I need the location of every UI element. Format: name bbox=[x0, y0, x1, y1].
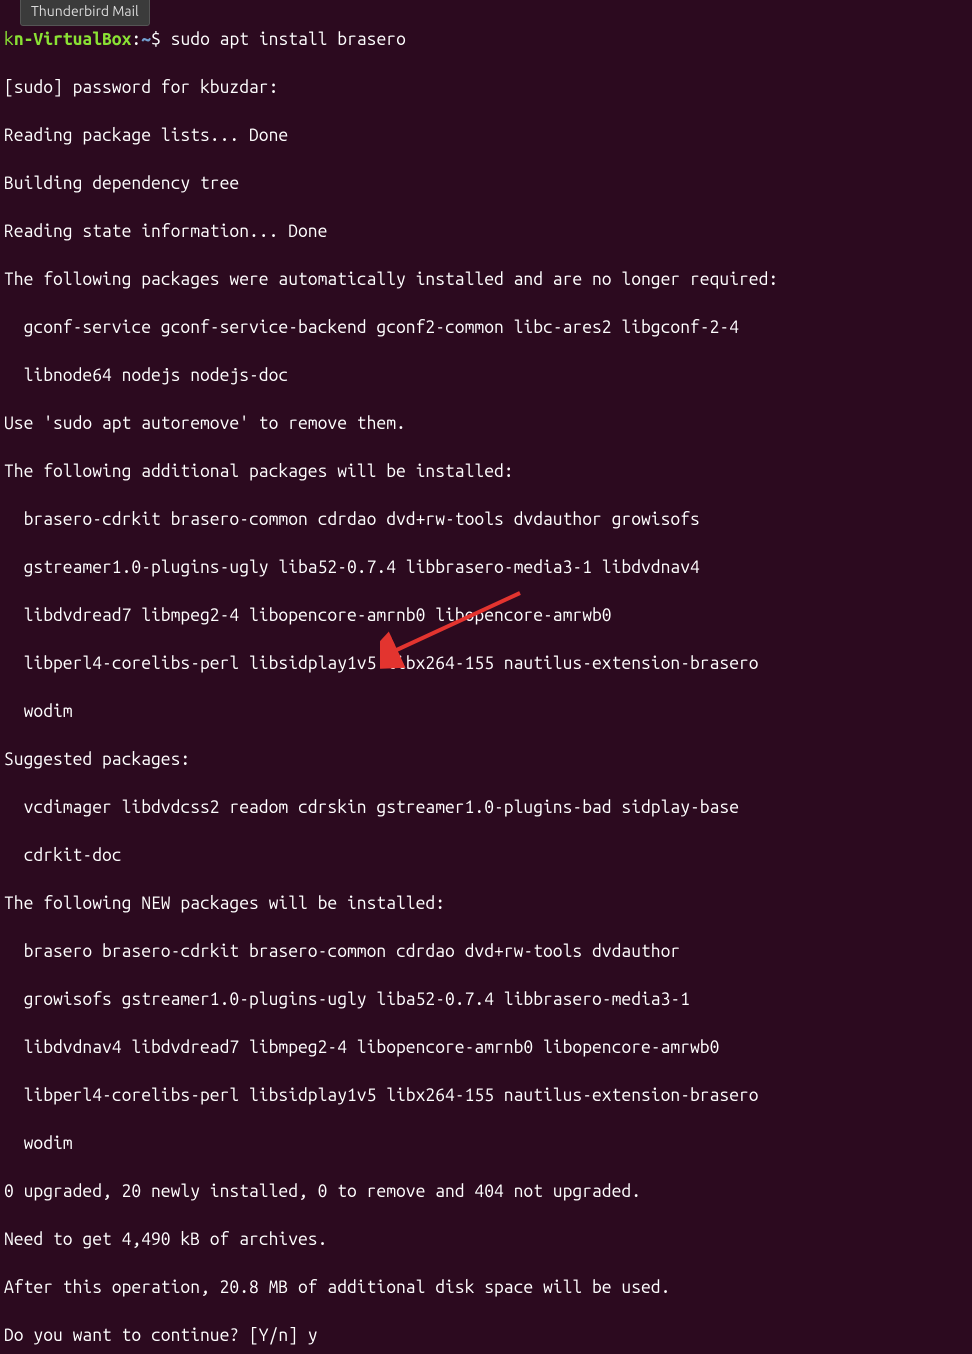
output-line: Suggested packages: bbox=[4, 748, 968, 772]
output-line: libdvdnav4 libdvdread7 libmpeg2-4 libope… bbox=[4, 1036, 968, 1060]
output-line: libdvdread7 libmpeg2-4 libopencore-amrnb… bbox=[4, 604, 968, 628]
output-line: wodim bbox=[4, 1132, 968, 1156]
output-line: libperl4-corelibs-perl libsidplay1v5 lib… bbox=[4, 652, 968, 676]
output-line: Need to get 4,490 kB of archives. bbox=[4, 1228, 968, 1252]
output-line: The following additional packages will b… bbox=[4, 460, 968, 484]
prompt-path: ~ bbox=[141, 30, 151, 49]
output-line: Reading state information... Done bbox=[4, 220, 968, 244]
output-line: After this operation, 20.8 MB of additio… bbox=[4, 1276, 968, 1300]
prompt-user-host: n-VirtualBox bbox=[14, 30, 132, 49]
output-line: libperl4-corelibs-perl libsidplay1v5 lib… bbox=[4, 1084, 968, 1108]
output-line: growisofs gstreamer1.0-plugins-ugly liba… bbox=[4, 988, 968, 1012]
prompt-symbol: $ bbox=[151, 30, 161, 49]
output-line: vcdimager libdvdcss2 readom cdrskin gstr… bbox=[4, 796, 968, 820]
output-line: The following packages were automaticall… bbox=[4, 268, 968, 292]
output-line: 0 upgraded, 20 newly installed, 0 to rem… bbox=[4, 1180, 968, 1204]
prompt-prefix: k bbox=[4, 30, 14, 49]
output-line: Use 'sudo apt autoremove' to remove them… bbox=[4, 412, 968, 436]
output-line: brasero brasero-cdrkit brasero-common cd… bbox=[4, 940, 968, 964]
prompt-line: kn-VirtualBox:~$ sudo apt install braser… bbox=[4, 28, 968, 52]
output-line: gconf-service gconf-service-backend gcon… bbox=[4, 316, 968, 340]
terminal-output[interactable]: kn-VirtualBox:~$ sudo apt install braser… bbox=[4, 4, 968, 1354]
output-line: Do you want to continue? [Y/n] y bbox=[4, 1324, 968, 1348]
output-line: wodim bbox=[4, 700, 968, 724]
prompt-sep: : bbox=[131, 30, 141, 49]
tooltip-thunderbird: Thunderbird Mail bbox=[20, 0, 150, 26]
output-line: [sudo] password for kbuzdar: bbox=[4, 76, 968, 100]
output-line: gstreamer1.0-plugins-ugly liba52-0.7.4 l… bbox=[4, 556, 968, 580]
command-text: sudo apt install brasero bbox=[171, 30, 406, 49]
output-line: Reading package lists... Done bbox=[4, 124, 968, 148]
output-line: Building dependency tree bbox=[4, 172, 968, 196]
output-line: cdrkit-doc bbox=[4, 844, 968, 868]
output-line: brasero-cdrkit brasero-common cdrdao dvd… bbox=[4, 508, 968, 532]
output-line: The following NEW packages will be insta… bbox=[4, 892, 968, 916]
output-line: libnode64 nodejs nodejs-doc bbox=[4, 364, 968, 388]
